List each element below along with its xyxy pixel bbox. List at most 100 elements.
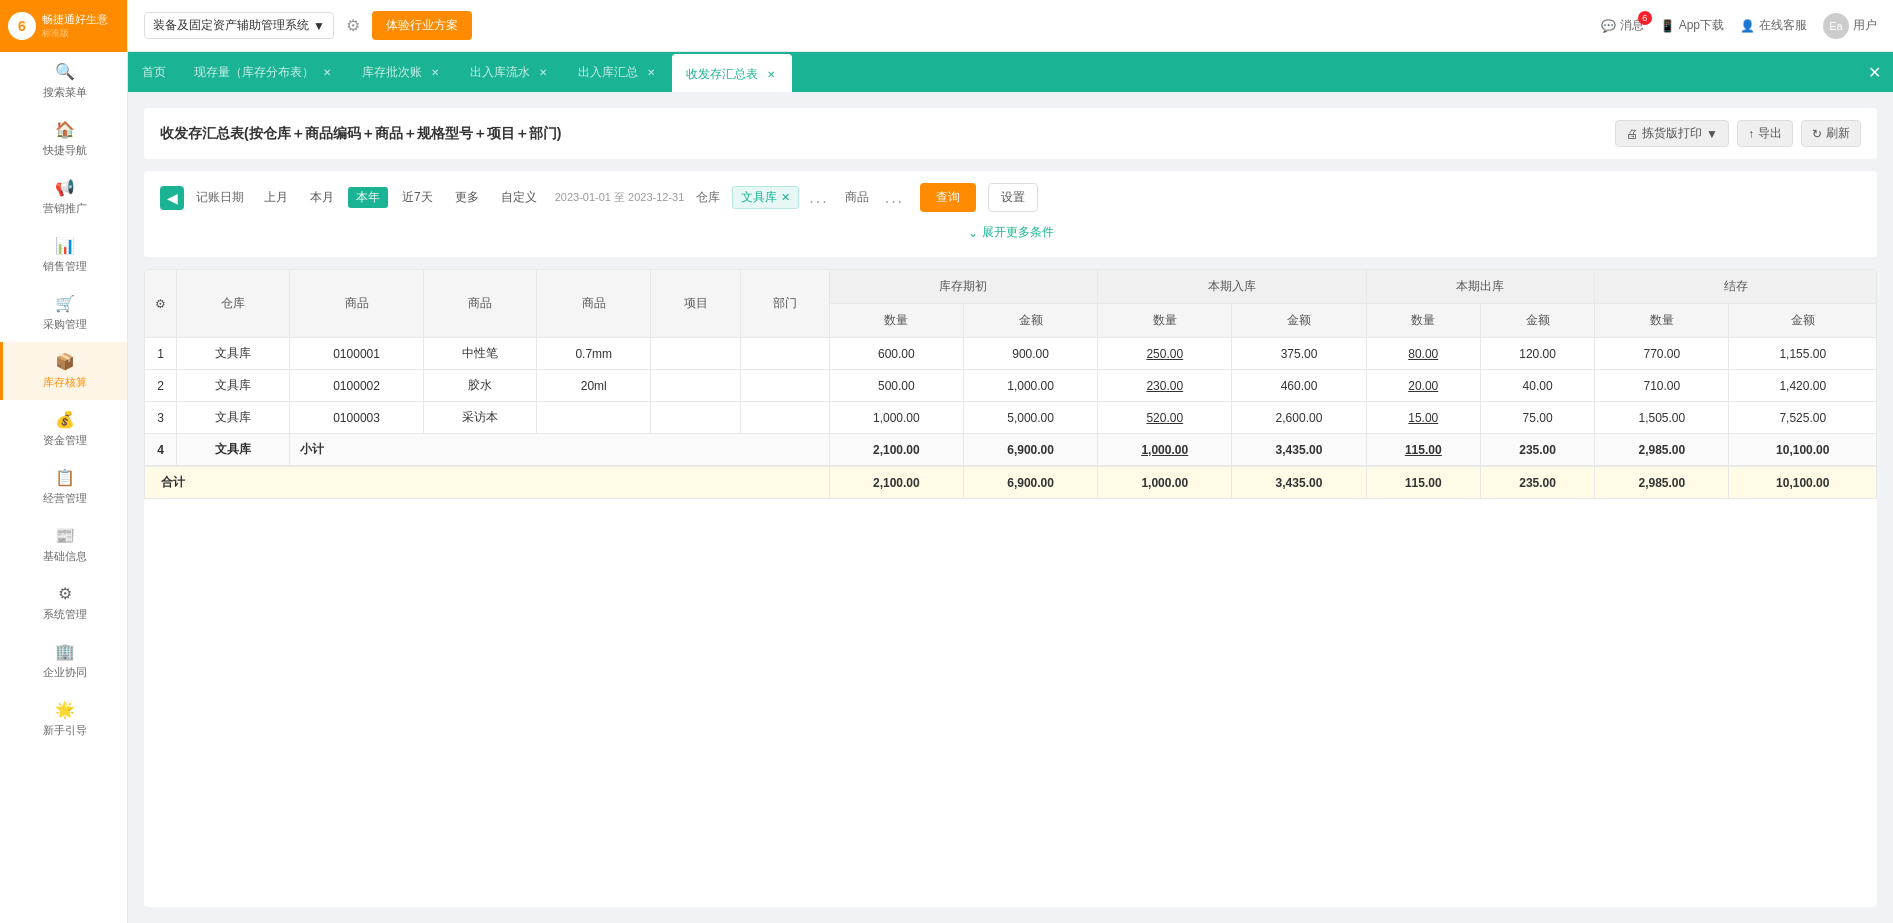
sidebar-label-inventory-mgmt: 库存核算 xyxy=(43,375,87,390)
th-out-amt: 金额 xyxy=(1480,304,1594,338)
user-label: 用户 xyxy=(1853,17,1877,34)
warehouse-tag-close-btn[interactable]: ✕ xyxy=(781,191,790,204)
row-department xyxy=(740,370,829,402)
tab-close-collect_summary[interactable]: ✕ xyxy=(764,67,778,81)
sidebar-item-finance[interactable]: 💰 资金管理 xyxy=(0,400,127,458)
sidebar-item-purchase[interactable]: 🛒 采购管理 xyxy=(0,284,127,342)
tab-home[interactable]: 首页 xyxy=(128,52,180,92)
export-btn[interactable]: ↑ 导出 xyxy=(1737,120,1793,147)
tabs-container: 首页现存量（库存分布表）✕库存批次账✕出入库流水✕出入库汇总✕收发存汇总表✕ xyxy=(128,50,1856,94)
date-custom-btn[interactable]: 自定义 xyxy=(493,187,545,208)
date-this-month-btn[interactable]: 本月 xyxy=(302,187,342,208)
row-goods-spec xyxy=(537,402,651,434)
row-closing-amt: 1,155.00 xyxy=(1729,338,1877,370)
close-all-tabs-btn[interactable]: ✕ xyxy=(1856,63,1893,82)
user-btn[interactable]: Ea 用户 xyxy=(1823,13,1877,39)
tab-inventory[interactable]: 现存量（库存分布表）✕ xyxy=(180,52,348,92)
subtotal-in-amt: 3,435.00 xyxy=(1232,434,1366,467)
export-icon: ↑ xyxy=(1748,127,1754,141)
finance-icon: 💰 xyxy=(55,410,75,429)
table-body: 1 文具库 0100001 中性笔 0.7mm 600.00 900.00 25… xyxy=(145,338,1877,467)
topbar: 装备及固定资产辅助管理系统 ▼ ⚙ 体验行业方案 💬 消息 6 📱 App下载 … xyxy=(128,0,1893,52)
table-row: 1 文具库 0100001 中性笔 0.7mm 600.00 900.00 25… xyxy=(145,338,1877,370)
row-opening-qty: 1,000.00 xyxy=(829,402,963,434)
sidebar-item-inventory-mgmt[interactable]: 📦 库存核算 xyxy=(0,342,127,400)
sidebar-item-marketing[interactable]: 📢 营销推广 xyxy=(0,168,127,226)
table-row: 2 文具库 0100002 胶水 20ml 500.00 1,000.00 23… xyxy=(145,370,1877,402)
search-btn[interactable]: 查询 xyxy=(920,183,976,212)
tab-label-inout_summary: 出入库汇总 xyxy=(578,64,638,81)
sidebar-label-enterprise: 企业协同 xyxy=(43,665,87,680)
page-actions: 🖨 拣货版打印 ▼ ↑ 导出 ↻ 刷新 xyxy=(1615,120,1861,147)
row-in-amt: 375.00 xyxy=(1232,338,1366,370)
warehouse-tag: 文具库 ✕ xyxy=(732,186,799,209)
th-group-in: 本期入库 xyxy=(1098,270,1366,304)
system-selector[interactable]: 装备及固定资产辅助管理系统 ▼ xyxy=(144,12,334,39)
tab-close-inventory[interactable]: ✕ xyxy=(320,65,334,79)
print-btn[interactable]: 🖨 拣货版打印 ▼ xyxy=(1615,120,1729,147)
total-out-qty: 115.00 xyxy=(1366,466,1480,499)
row-out-qty[interactable]: 20.00 xyxy=(1366,370,1480,402)
row-opening-amt: 5,000.00 xyxy=(963,402,1097,434)
row-in-qty[interactable]: 520.00 xyxy=(1098,402,1232,434)
tab-close-inout_flow[interactable]: ✕ xyxy=(536,65,550,79)
phone-icon: 📱 xyxy=(1660,19,1675,33)
row-out-qty[interactable]: 15.00 xyxy=(1366,402,1480,434)
date-this-year-btn[interactable]: 本年 xyxy=(348,187,388,208)
date-more-btn[interactable]: 更多 xyxy=(447,187,487,208)
tab-label-inout_flow: 出入库流水 xyxy=(470,64,530,81)
subtotal-out-qty[interactable]: 115.00 xyxy=(1366,434,1480,467)
sidebar-item-sales[interactable]: 📊 销售管理 xyxy=(0,226,127,284)
row-goods-code: 0100002 xyxy=(289,370,423,402)
sidebar-item-basic-info[interactable]: 📰 基础信息 xyxy=(0,516,127,574)
row-out-qty[interactable]: 80.00 xyxy=(1366,338,1480,370)
tab-inout_flow[interactable]: 出入库流水 ✕ xyxy=(456,52,564,92)
subtotal-opening-amt: 6,900.00 xyxy=(963,434,1097,467)
experience-btn[interactable]: 体验行业方案 xyxy=(372,11,472,40)
tab-inout_summary[interactable]: 出入库汇总 ✕ xyxy=(564,52,672,92)
th-warehouse: 仓库 xyxy=(177,270,290,338)
sidebar-item-system[interactable]: ⚙ 系统管理 xyxy=(0,574,127,632)
message-btn[interactable]: 💬 消息 6 xyxy=(1601,17,1644,34)
table-settings-icon[interactable]: ⚙ xyxy=(155,297,166,311)
filter-row-1: ◀ 记账日期 上月 本月 本年 近7天 更多 自定义 2023-01-01 至 … xyxy=(160,183,1861,212)
sidebar-item-enterprise[interactable]: 🏢 企业协同 xyxy=(0,632,127,690)
row-in-qty[interactable]: 230.00 xyxy=(1098,370,1232,402)
filter-settings-btn[interactable]: 设置 xyxy=(988,183,1038,212)
expand-more-btn[interactable]: ⌄ 展开更多条件 xyxy=(160,220,1861,245)
app-download-btn[interactable]: 📱 App下载 xyxy=(1660,17,1724,34)
filter-expand-btn[interactable]: ◀ xyxy=(160,186,184,210)
sales-icon: 📊 xyxy=(55,236,75,255)
goods-more-dots[interactable]: ... xyxy=(881,189,908,207)
gear-icon[interactable]: ⚙ xyxy=(346,16,360,35)
tab-close-inout_summary[interactable]: ✕ xyxy=(644,65,658,79)
system-icon: ⚙ xyxy=(58,584,72,603)
tab-batch[interactable]: 库存批次账✕ xyxy=(348,52,456,92)
sidebar-item-operations[interactable]: 📋 经营管理 xyxy=(0,458,127,516)
print-icon: 🖨 xyxy=(1626,127,1638,141)
row-opening-amt: 900.00 xyxy=(963,338,1097,370)
subtotal-in-qty[interactable]: 1,000.00 xyxy=(1098,434,1232,467)
row-out-amt: 120.00 xyxy=(1480,338,1594,370)
tab-close-batch[interactable]: ✕ xyxy=(428,65,442,79)
row-in-qty[interactable]: 250.00 xyxy=(1098,338,1232,370)
date-last-month-btn[interactable]: 上月 xyxy=(256,187,296,208)
th-settings[interactable]: ⚙ xyxy=(145,270,177,338)
print-dropdown-icon: ▼ xyxy=(1706,127,1718,141)
sidebar-item-search[interactable]: 🔍 搜索菜单 xyxy=(0,52,127,110)
sidebar-item-quick-nav[interactable]: 🏠 快捷导航 xyxy=(0,110,127,168)
online-service-btn[interactable]: 👤 在线客服 xyxy=(1740,17,1807,34)
sidebar-item-newcomer[interactable]: 🌟 新手引导 xyxy=(0,690,127,748)
warehouse-more-dots[interactable]: ... xyxy=(805,189,832,207)
total-in-amt: 3,435.00 xyxy=(1232,466,1366,499)
row-closing-qty: 1,505.00 xyxy=(1595,402,1729,434)
refresh-btn[interactable]: ↻ 刷新 xyxy=(1801,120,1861,147)
subtotal-warehouse: 文具库 xyxy=(177,434,290,467)
inventory-mgmt-icon: 📦 xyxy=(55,352,75,371)
app-badge: 标准版 xyxy=(42,27,108,40)
logo-icon: 6 xyxy=(8,12,36,40)
tab-collect_summary[interactable]: 收发存汇总表✕ xyxy=(672,54,792,94)
th-group-out: 本期出库 xyxy=(1366,270,1595,304)
date-7days-btn[interactable]: 近7天 xyxy=(394,187,441,208)
quick-nav-icon: 🏠 xyxy=(55,120,75,139)
